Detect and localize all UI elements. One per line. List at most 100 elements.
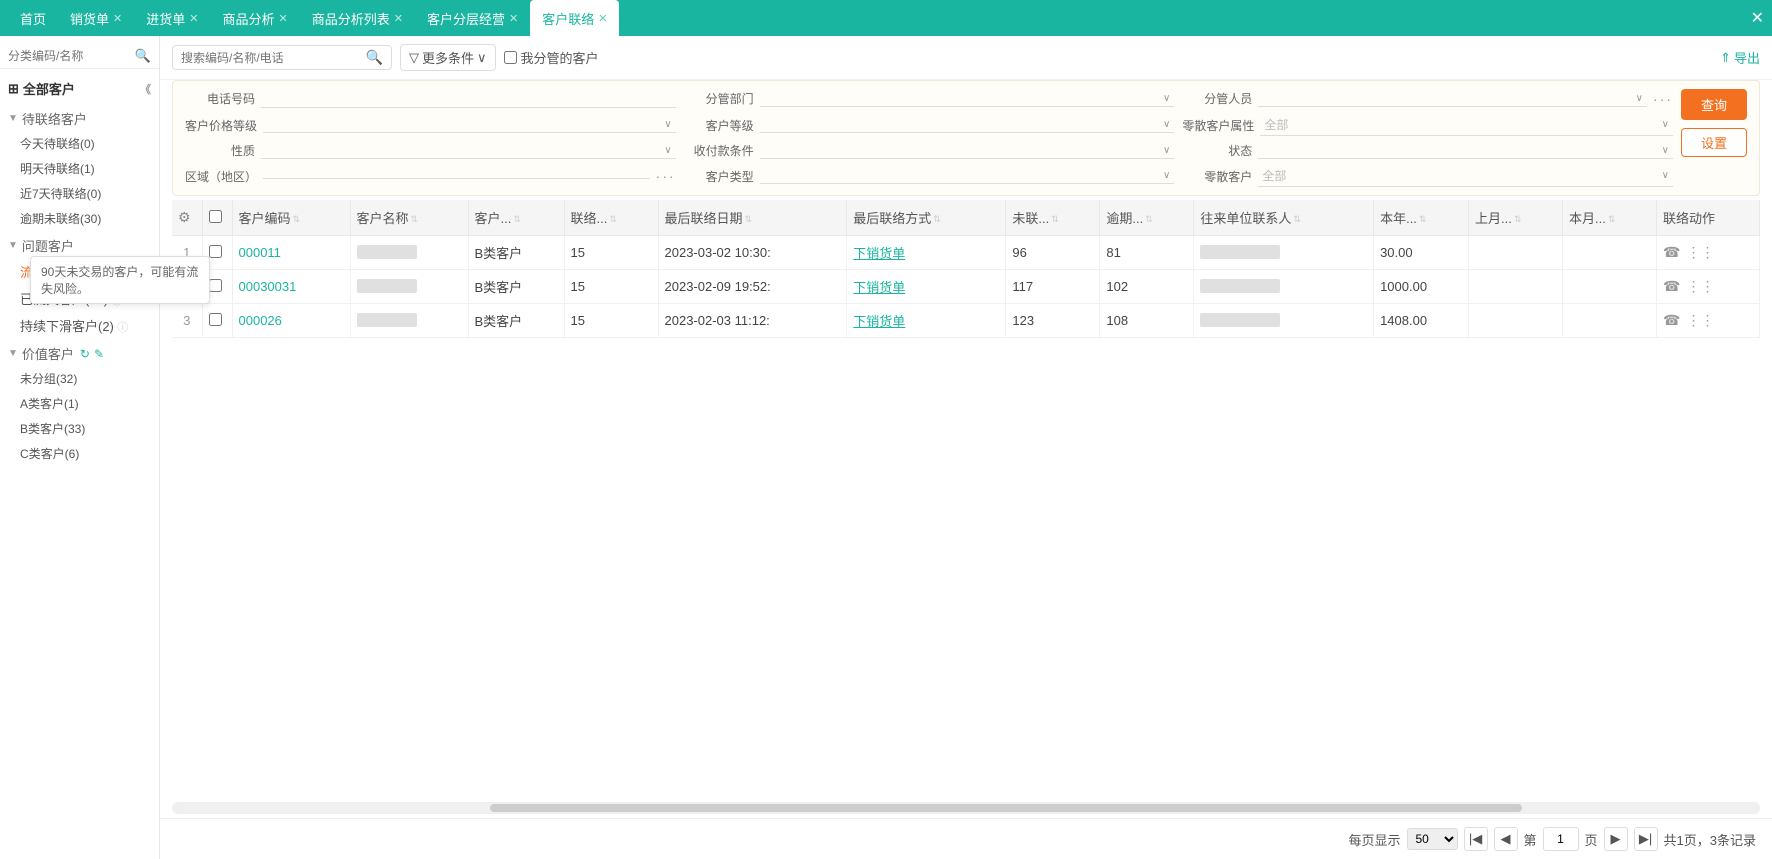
cell-type: B类客户 <box>468 304 564 338</box>
filter-input-region[interactable] <box>263 174 650 179</box>
search-button[interactable]: 🔍 <box>366 49 383 66</box>
action-more-icon[interactable]: ⋮⋮ <box>1686 244 1714 261</box>
filter-row-2: 客户价格等级 ∨ 客户等级 ∨ <box>185 114 1673 136</box>
sidebar-item-class-a[interactable]: A类客户(1) <box>0 391 159 416</box>
cell-last-month <box>1469 304 1563 338</box>
row-checkbox-1[interactable] <box>209 279 222 292</box>
filter-label-nature: 性质 <box>185 142 255 159</box>
cell-actions: ☎ ⋮⋮ <box>1657 304 1760 338</box>
close-tab-analysis[interactable]: ✕ <box>279 12 288 25</box>
filter-select-retail[interactable]: 全部 ∨ <box>1258 165 1673 187</box>
th-type: 客户...⇅ <box>468 200 564 236</box>
sidebar-item-ungrouped[interactable]: 未分组(32) <box>0 366 159 391</box>
select-all-checkbox[interactable] <box>209 210 222 223</box>
refresh-icon[interactable]: ↻ <box>80 347 90 361</box>
sidebar-item-today[interactable]: 今天待联络(0) <box>0 131 159 156</box>
action-more-icon[interactable]: ⋮⋮ <box>1686 278 1714 295</box>
my-customers-checkbox-label[interactable]: 我分管的客户 <box>504 48 599 67</box>
sidebar-group-value[interactable]: ▼ 价值客户 ↻ ✎ <box>0 339 159 366</box>
action-phone-icon[interactable]: ☎ <box>1663 244 1680 261</box>
sidebar-collapse-btn[interactable]: 《 <box>140 81 151 97</box>
nav-tab-customer-contact[interactable]: 客户联络 ✕ <box>530 0 619 36</box>
more-manager-btn[interactable]: ··· <box>1653 91 1673 107</box>
page-number-input[interactable] <box>1543 827 1579 851</box>
last-method-link[interactable]: 下销货单 <box>853 246 905 261</box>
filter-select-price-level[interactable]: ∨ <box>263 117 676 133</box>
action-more-icon[interactable]: ⋮⋮ <box>1686 312 1714 329</box>
my-customers-checkbox[interactable] <box>504 51 517 64</box>
sidebar-item-class-b[interactable]: B类客户(33) <box>0 416 159 441</box>
action-phone-icon[interactable]: ☎ <box>1663 312 1680 329</box>
cell-code: 000026 <box>232 304 350 338</box>
cell-overdue: 102 <box>1100 270 1194 304</box>
more-region-btn[interactable]: ··· <box>656 168 676 184</box>
per-page-select[interactable]: 50 100 <box>1407 828 1458 850</box>
nav-tab-purchase[interactable]: 进货单 ✕ <box>134 0 210 36</box>
th-this-year: 本年...⇅ <box>1374 200 1469 236</box>
sidebar-group-pending[interactable]: ▼ 待联络客户 <box>0 104 159 131</box>
settings-button[interactable]: 设置 <box>1681 128 1747 157</box>
filter-select-cust-type[interactable]: ∨ <box>760 168 1175 184</box>
edit-icon[interactable]: ✎ <box>94 347 104 361</box>
per-page-label: 每页显示 <box>1348 830 1400 849</box>
last-page-btn[interactable]: ▶| <box>1634 827 1658 851</box>
cell-contact-person <box>1194 270 1374 304</box>
row-checkbox-0[interactable] <box>209 245 222 258</box>
filter-row-1: 电话号码 分管部门 ∨ 分管人员 <box>185 89 1673 108</box>
filter-select-manager[interactable]: ∨ <box>1258 91 1647 107</box>
sidebar-group-problem[interactable]: ▼ 问题客户 <box>0 231 159 258</box>
close-tab-purchase[interactable]: ✕ <box>189 12 198 25</box>
export-button[interactable]: ⇑ 导出 <box>1720 48 1760 67</box>
chevron-manager: ∨ <box>1636 93 1643 104</box>
search-input[interactable] <box>181 51 362 65</box>
th-checkbox <box>202 200 232 236</box>
filter-input-phone[interactable] <box>261 89 676 108</box>
sidebar-item-overdue[interactable]: 逾期未联络(30) <box>0 206 159 231</box>
filter-select-cust-level[interactable]: ∨ <box>760 117 1175 133</box>
nav-tab-salesorder[interactable]: 销货单 ✕ <box>58 0 134 36</box>
filter-select-nature[interactable]: ∨ <box>261 143 676 159</box>
action-phone-icon[interactable]: ☎ <box>1663 278 1680 295</box>
chevron-dept: ∨ <box>1163 93 1170 104</box>
prev-page-btn[interactable]: ◀ <box>1494 827 1518 851</box>
sidebar-search-input[interactable] <box>8 49 135 63</box>
window-close-button[interactable]: ✕ <box>1751 8 1764 28</box>
sidebar-item-declining[interactable]: 持续下滑客户(2) ⓘ <box>0 312 159 339</box>
close-tab-salesorder[interactable]: ✕ <box>113 12 122 25</box>
nav-tab-analysis[interactable]: 商品分析 ✕ <box>210 0 299 36</box>
query-button[interactable]: 查询 <box>1681 89 1747 120</box>
first-page-btn[interactable]: |◀ <box>1464 827 1488 851</box>
last-method-link[interactable]: 下销货单 <box>853 280 905 295</box>
nav-tab-analysis-list[interactable]: 商品分析列表 ✕ <box>300 0 415 36</box>
th-actions: 联络动作 <box>1657 200 1760 236</box>
close-tab-customer-layer[interactable]: ✕ <box>509 12 518 25</box>
sidebar-item-tomorrow[interactable]: 明天待联络(1) <box>0 156 159 181</box>
scrollbar-thumb[interactable] <box>490 804 1522 812</box>
horizontal-scrollbar[interactable] <box>172 802 1760 814</box>
filter-label-cust-type: 客户类型 <box>684 168 754 185</box>
next-page-btn[interactable]: ▶ <box>1604 827 1628 851</box>
sidebar-all-customers[interactable]: ⊞ 全部客户 《 <box>0 73 159 104</box>
sidebar-search-icon[interactable]: 🔍 <box>135 48 151 64</box>
filter-select-dept[interactable]: ∨ <box>760 91 1175 107</box>
search-bar: 🔍 ▽ 更多条件 ∨ 我分管的客户 ⇑ 导出 <box>160 36 1772 80</box>
filter-label-dept: 分管部门 <box>684 90 754 107</box>
last-method-link[interactable]: 下销货单 <box>853 314 905 329</box>
nav-home[interactable]: 首页 <box>8 0 58 36</box>
pagination: 每页显示 50 100 |◀ ◀ 第 页 ▶ ▶| 共1页，3条记录 <box>160 818 1772 859</box>
filter-select-payment[interactable]: ∨ <box>760 143 1175 159</box>
row-checkbox-2[interactable] <box>209 313 222 326</box>
filter-select-retail-attr[interactable]: 全部 ∨ <box>1260 114 1673 136</box>
filter-label-retail-attr: 零散客户属性 <box>1182 117 1254 134</box>
cell-actions: ☎ ⋮⋮ <box>1657 270 1760 304</box>
cell-last-month <box>1469 236 1563 270</box>
filter-select-status[interactable]: ∨ <box>1258 143 1673 159</box>
close-tab-analysis-list[interactable]: ✕ <box>394 12 403 25</box>
sidebar-item-class-c[interactable]: C类客户(6) <box>0 441 159 466</box>
close-tab-customer-contact[interactable]: ✕ <box>598 12 607 25</box>
chevron-payment: ∨ <box>1163 145 1170 156</box>
more-conditions-btn[interactable]: ▽ 更多条件 ∨ <box>400 44 496 71</box>
column-settings-icon[interactable]: ⚙ <box>178 209 191 225</box>
nav-tab-customer-layer[interactable]: 客户分层经营 ✕ <box>415 0 530 36</box>
sidebar-item-7days[interactable]: 近7天待联络(0) <box>0 181 159 206</box>
